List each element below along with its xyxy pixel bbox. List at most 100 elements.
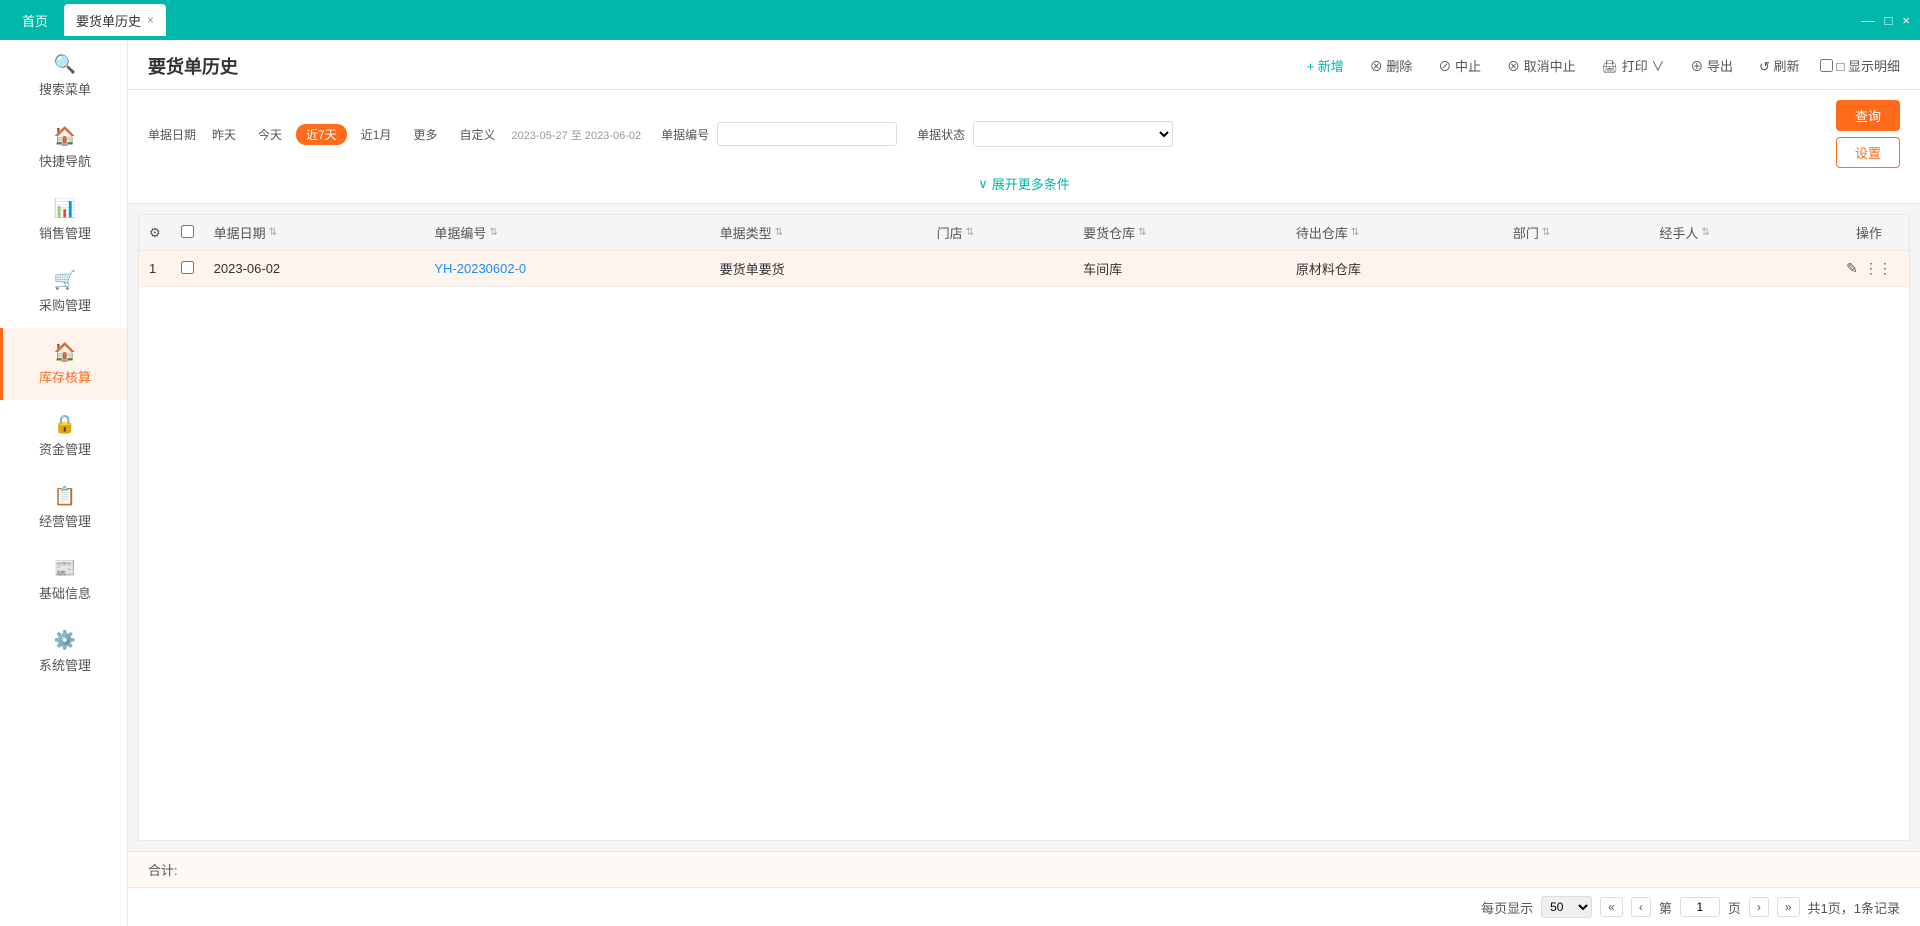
sidebar-label-sysconfig: 系统管理 bbox=[39, 655, 91, 674]
sidebar-label-purchase: 采购管理 bbox=[39, 295, 91, 314]
page-title: 要货单历史 bbox=[148, 53, 238, 79]
display-cell-button[interactable]: □ 显示明细 bbox=[1820, 56, 1900, 75]
summary-label: 合计: bbox=[148, 860, 178, 879]
next-page-btn[interactable]: › bbox=[1749, 897, 1769, 917]
edit-icon[interactable]: ✎ bbox=[1846, 260, 1858, 277]
export-button[interactable]: ⊕ 导出 bbox=[1684, 52, 1739, 79]
docno-filter-input[interactable] bbox=[717, 122, 897, 146]
col-doc-date[interactable]: 单据日期 ⇅ bbox=[204, 215, 425, 251]
cell-doc-no[interactable]: YH-20230602-0 bbox=[424, 251, 709, 287]
sidebar-item-operations[interactable]: 📋 经营管理 bbox=[0, 472, 127, 544]
cell-doc-type: 要货单要货 bbox=[710, 251, 927, 287]
sidebar-item-search[interactable]: 🔍 搜索菜单 bbox=[0, 40, 127, 112]
page-input[interactable] bbox=[1680, 897, 1720, 917]
col-department[interactable]: 部门 ⇅ bbox=[1503, 215, 1649, 251]
pagination-bar: 每页显示 50 10 20 100 « ‹ 第 页 › » 共1页，1条记录 bbox=[128, 887, 1920, 926]
tab-home[interactable]: 首页 bbox=[10, 4, 60, 36]
data-table: ⚙ 单据日期 ⇅ 单据编号 bbox=[139, 215, 1909, 287]
filter-row-1: 单据日期 昨天 今天 近7天 近1月 更多 自定义 2023-05-27 至 2… bbox=[148, 100, 1900, 168]
sort-doc-type-icon: ⇅ bbox=[775, 227, 783, 238]
col-dest-warehouse[interactable]: 待出仓库 ⇅ bbox=[1286, 215, 1503, 251]
search-icon: 🔍 bbox=[54, 54, 76, 75]
more-icon[interactable]: ⋮⋮ bbox=[1864, 260, 1892, 277]
display-cell-checkbox[interactable] bbox=[1820, 59, 1833, 72]
date-btn-today[interactable]: 今天 bbox=[250, 124, 290, 145]
col-doc-type[interactable]: 单据类型 ⇅ bbox=[710, 215, 927, 251]
delete-button[interactable]: ⊗ 删除 bbox=[1364, 52, 1419, 79]
sidebar-item-purchase[interactable]: 🛒 采购管理 bbox=[0, 256, 127, 328]
maximize-btn[interactable]: □ bbox=[1885, 13, 1893, 28]
sidebar-item-inventory[interactable]: 🏠 库存核算 bbox=[0, 328, 127, 400]
sidebar-label-finance: 资金管理 bbox=[39, 439, 91, 458]
tab-close-icon[interactable]: × bbox=[147, 13, 154, 27]
sidebar-label-sales: 销售管理 bbox=[39, 223, 91, 242]
baseinfo-icon: 📰 bbox=[54, 558, 76, 579]
last-page-btn[interactable]: » bbox=[1777, 897, 1800, 917]
table-footer: 合计: bbox=[128, 851, 1920, 887]
sort-dept-icon: ⇅ bbox=[1542, 227, 1550, 238]
settings-button[interactable]: 设置 bbox=[1836, 137, 1900, 168]
table-head: ⚙ 单据日期 ⇅ 单据编号 bbox=[139, 215, 1909, 251]
sort-doc-no-icon: ⇅ bbox=[489, 227, 497, 238]
new-button[interactable]: + 新增 bbox=[1301, 52, 1350, 79]
col-req-warehouse[interactable]: 要货仓库 ⇅ bbox=[1073, 215, 1286, 251]
sort-store-icon: ⇅ bbox=[966, 227, 974, 238]
tab-doc-history[interactable]: 要货单历史 × bbox=[64, 4, 166, 36]
col-doc-no[interactable]: 单据编号 ⇅ bbox=[424, 215, 709, 251]
refresh-button[interactable]: ↺ 刷新 bbox=[1753, 52, 1806, 79]
cell-checkbox[interactable] bbox=[171, 251, 204, 287]
date-btn-1month[interactable]: 近1月 bbox=[353, 124, 400, 145]
sidebar-label-baseinfo: 基础信息 bbox=[39, 583, 91, 602]
cancel-stop-button[interactable]: ⊗ 取消中止 bbox=[1501, 52, 1582, 79]
date-filter-label: 单据日期 bbox=[148, 126, 196, 143]
filter-group-date: 单据日期 昨天 今天 近7天 近1月 更多 自定义 2023-05-27 至 2… bbox=[148, 124, 641, 145]
top-bar: 首页 要货单历史 × — □ × bbox=[0, 0, 1920, 40]
filter-group-docno: 单据编号 bbox=[661, 122, 897, 146]
toolbar: + 新增 ⊗ 删除 ⊘ 中止 ⊗ 取消中止 🖨 打印 ∨ bbox=[1301, 52, 1900, 79]
first-page-btn[interactable]: « bbox=[1600, 897, 1623, 917]
sidebar-item-sysconfig[interactable]: ⚙️ 系统管理 bbox=[0, 616, 127, 688]
prev-page-btn[interactable]: ‹ bbox=[1631, 897, 1651, 917]
status-filter-select[interactable] bbox=[973, 121, 1173, 147]
sidebar-item-baseinfo[interactable]: 📰 基础信息 bbox=[0, 544, 127, 616]
stop-button[interactable]: ⊘ 中止 bbox=[1432, 52, 1487, 79]
row-checkbox[interactable] bbox=[181, 261, 194, 274]
per-page-select[interactable]: 50 10 20 100 bbox=[1541, 896, 1592, 918]
status-filter-label: 单据状态 bbox=[917, 126, 965, 143]
sidebar-label-operations: 经营管理 bbox=[39, 511, 91, 530]
docno-filter-label: 单据编号 bbox=[661, 126, 709, 143]
op-icons: ✎ ⋮⋮ bbox=[1839, 260, 1899, 277]
export-label: ⊕ 导出 bbox=[1690, 56, 1733, 75]
date-btn-7days[interactable]: 近7天 bbox=[296, 124, 347, 145]
cell-doc-date: 2023-06-02 bbox=[204, 251, 425, 287]
sidebar-item-quicknav[interactable]: 🏠 快捷导航 bbox=[0, 112, 127, 184]
sidebar-item-sales[interactable]: 📊 销售管理 bbox=[0, 184, 127, 256]
print-button[interactable]: 🖨 打印 ∨ bbox=[1596, 52, 1671, 79]
cell-handler bbox=[1649, 251, 1829, 287]
home-icon: 🏠 bbox=[54, 126, 76, 147]
minimize-btn[interactable]: — bbox=[1862, 13, 1875, 28]
finance-icon: 🔒 bbox=[54, 414, 76, 435]
sidebar-label-search: 搜索菜单 bbox=[39, 79, 91, 98]
col-handler[interactable]: 经手人 ⇅ bbox=[1649, 215, 1829, 251]
select-all-checkbox[interactable] bbox=[181, 225, 194, 238]
sysconfig-icon: ⚙️ bbox=[54, 630, 76, 651]
expand-chevron-icon: ∨ bbox=[978, 176, 988, 192]
doc-no-link[interactable]: YH-20230602-0 bbox=[434, 261, 526, 276]
date-btn-custom[interactable]: 自定义 bbox=[451, 124, 503, 145]
sort-dest-wh-icon: ⇅ bbox=[1351, 227, 1359, 238]
col-store[interactable]: 门店 ⇅ bbox=[927, 215, 1073, 251]
expand-more-btn[interactable]: ∨ 展开更多条件 bbox=[148, 174, 1900, 193]
refresh-label: ↺ 刷新 bbox=[1759, 56, 1800, 75]
page-title-row: 要货单历史 + 新增 ⊗ 删除 ⊘ 中止 ⊗ 取消中止 🖨 打 bbox=[148, 52, 1900, 79]
table-area: ⚙ 单据日期 ⇅ 单据编号 bbox=[138, 214, 1910, 841]
sidebar-item-finance[interactable]: 🔒 资金管理 bbox=[0, 400, 127, 472]
cell-req-warehouse: 车间库 bbox=[1073, 251, 1286, 287]
date-btn-yesterday[interactable]: 昨天 bbox=[204, 124, 244, 145]
query-button[interactable]: 查询 bbox=[1836, 100, 1900, 131]
col-settings[interactable]: ⚙ bbox=[139, 215, 171, 251]
table-header-row: ⚙ 单据日期 ⇅ 单据编号 bbox=[139, 215, 1909, 251]
date-btn-more[interactable]: 更多 bbox=[405, 124, 445, 145]
close-btn[interactable]: × bbox=[1902, 13, 1910, 28]
col-checkbox[interactable] bbox=[171, 215, 204, 251]
